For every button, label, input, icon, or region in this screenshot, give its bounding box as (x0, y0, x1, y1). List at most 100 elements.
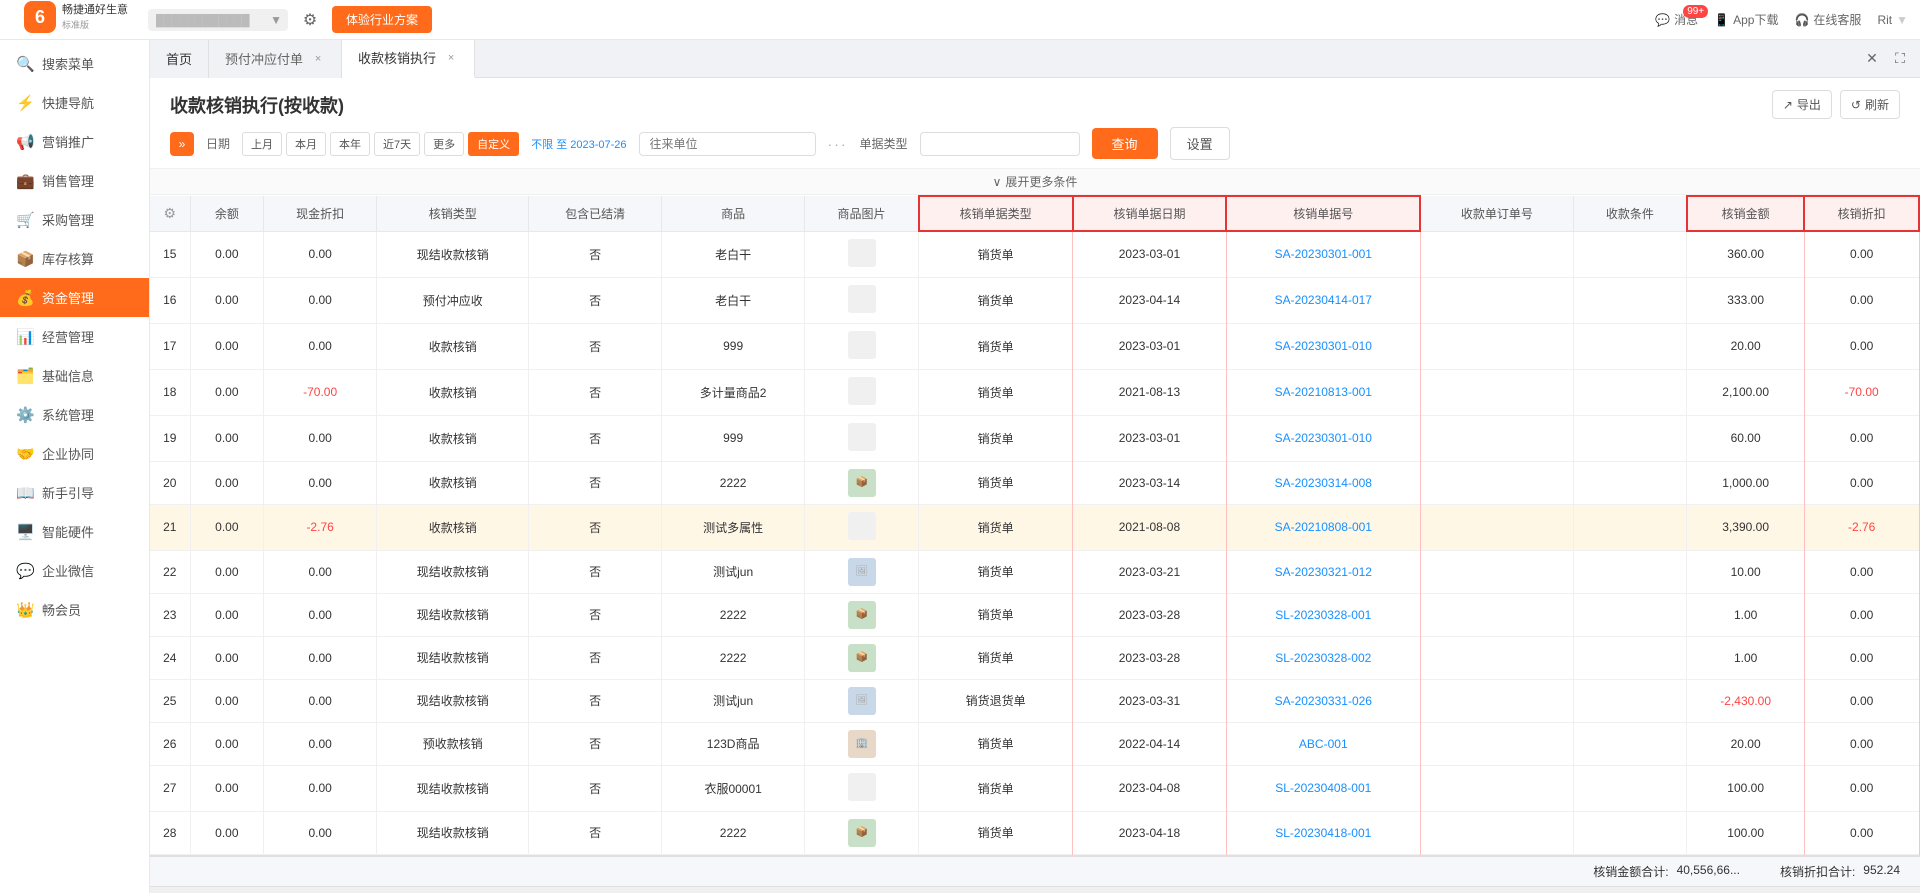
sidebar-item-enterprise[interactable]: 🤝 企业协同 (0, 434, 149, 473)
sidebar-item-basic[interactable]: 🗂️ 基础信息 (0, 356, 149, 395)
export-icon: ↗ (1783, 98, 1793, 112)
app-edition: 标准版 (62, 18, 128, 31)
row-balance: 0.00 (190, 323, 264, 369)
filter-toggle-button[interactable]: » (170, 132, 194, 156)
horizontal-scrollbar[interactable] (150, 886, 1920, 893)
table-row: 160.000.00预付冲应收否老白干销货单2023-04-14SA-20230… (150, 277, 1919, 323)
sidebar-item-finance[interactable]: 💰 资金管理 (0, 278, 149, 317)
row-goods-image: 📦 (805, 593, 919, 636)
export-button[interactable]: ↗ 导出 (1772, 90, 1832, 119)
tab-prepay-label: 预付冲应付单 (225, 49, 303, 68)
counterpart-input[interactable] (639, 132, 816, 156)
sidebar-item-member[interactable]: 👑 畅会员 (0, 590, 149, 629)
sidebar-item-inventory[interactable]: 📦 库存核算 (0, 239, 149, 278)
row-bill-type: 销货单 (919, 323, 1073, 369)
tab-receipt-verify-close[interactable]: × (444, 51, 458, 65)
row-bill-date: 2023-03-01 (1073, 323, 1227, 369)
expand-more-button[interactable]: ∨ 展开更多条件 (993, 173, 1078, 190)
row-bill-no[interactable]: SA-20230301-010 (1226, 415, 1420, 461)
date-this-month-button[interactable]: 本月 (286, 132, 326, 156)
tab-prepay[interactable]: 预付冲应付单 × (209, 40, 342, 78)
row-goods-image: 📦 (805, 636, 919, 679)
filter-setting-button[interactable]: 设置 (1170, 127, 1230, 160)
row-bill-no[interactable]: SA-20230301-010 (1226, 323, 1420, 369)
tab-close-button[interactable]: ✕ (1860, 47, 1884, 71)
refresh-button[interactable]: ↺ 刷新 (1840, 90, 1900, 119)
row-bill-date: 2023-03-21 (1073, 550, 1227, 593)
sidebar-item-operations[interactable]: 📊 经营管理 (0, 317, 149, 356)
row-verify-type: 预付冲应收 (377, 277, 529, 323)
row-bill-no[interactable]: SA-20230314-008 (1226, 461, 1420, 504)
row-bill-no[interactable]: SA-20210808-001 (1226, 504, 1420, 550)
app-download-button[interactable]: 📱 App下载 (1714, 11, 1778, 28)
row-verify-type: 现结收款核销 (377, 550, 529, 593)
date-custom-button[interactable]: 自定义 (468, 132, 519, 156)
sidebar-item-guide[interactable]: 📖 新手引导 (0, 473, 149, 512)
row-bill-no[interactable]: ABC-001 (1226, 722, 1420, 765)
sidebar-item-quicknav[interactable]: ⚡ 快捷导航 (0, 83, 149, 122)
sidebar-item-marketing[interactable]: 📢 营销推广 (0, 122, 149, 161)
col-setting[interactable]: ⚙ (150, 196, 190, 231)
row-bill-no[interactable]: SL-20230418-001 (1226, 811, 1420, 854)
row-bill-no[interactable]: SL-20230328-002 (1226, 636, 1420, 679)
row-cash-discount: 0.00 (264, 811, 377, 854)
column-setting-icon[interactable]: ⚙ (163, 205, 176, 221)
row-number: 28 (150, 811, 190, 854)
message-button[interactable]: 💬 消息 99+ (1655, 11, 1698, 28)
date-this-year-button[interactable]: 本年 (330, 132, 370, 156)
row-bill-no[interactable]: SL-20230408-001 (1226, 765, 1420, 811)
sidebar-label-quicknav: 快捷导航 (42, 93, 94, 112)
row-bill-type: 销货单 (919, 504, 1073, 550)
bill-type-select[interactable] (920, 132, 1080, 156)
guide-icon: 📖 (16, 484, 34, 502)
tab-prepay-close[interactable]: × (311, 52, 325, 66)
row-bill-date: 2021-08-08 (1073, 504, 1227, 550)
tab-fullscreen-button[interactable]: ⛶ (1888, 47, 1912, 71)
row-bill-no[interactable]: SA-20230321-012 (1226, 550, 1420, 593)
sidebar-item-sales[interactable]: 💼 销售管理 (0, 161, 149, 200)
date-7days-button[interactable]: 近7天 (374, 132, 420, 156)
table-row: 280.000.00现结收款核销否2222📦销货单2023-04-18SL-20… (150, 811, 1919, 854)
row-included: 否 (529, 722, 662, 765)
tab-home[interactable]: 首页 (150, 40, 209, 78)
row-receipt-cond (1573, 231, 1687, 277)
sidebar-item-purchase[interactable]: 🛒 采购管理 (0, 200, 149, 239)
row-verify-type: 预收款核销 (377, 722, 529, 765)
sidebar-item-hardware[interactable]: 🖥️ 智能硬件 (0, 512, 149, 551)
member-icon: 👑 (16, 601, 34, 619)
row-balance: 0.00 (190, 722, 264, 765)
row-bill-no[interactable]: SA-20210813-001 (1226, 369, 1420, 415)
col-receipt-order: 收款单订单号 (1420, 196, 1573, 231)
row-included: 否 (529, 636, 662, 679)
query-button[interactable]: 查询 (1092, 128, 1158, 159)
online-service-button[interactable]: 🎧 在线客服 (1794, 11, 1861, 28)
col-bill-no: 核销单据号 (1226, 196, 1420, 231)
sidebar-item-search[interactable]: 🔍 搜索菜单 (0, 44, 149, 83)
row-bill-no[interactable]: SA-20230331-026 (1226, 679, 1420, 722)
row-number: 27 (150, 765, 190, 811)
settings-button[interactable]: ⚙ (296, 6, 324, 34)
row-balance: 0.00 (190, 369, 264, 415)
row-bill-no[interactable]: SA-20230301-001 (1226, 231, 1420, 277)
row-cash-discount: 0.00 (264, 679, 377, 722)
date-last-month-button[interactable]: 上月 (242, 132, 282, 156)
row-cash-discount: 0.00 (264, 323, 377, 369)
table-row: 260.000.00预收款核销否123D商品🏢销货单2022-04-14ABC-… (150, 722, 1919, 765)
row-number: 23 (150, 593, 190, 636)
row-bill-date: 2023-04-08 (1073, 765, 1227, 811)
sidebar-item-system[interactable]: ⚙️ 系统管理 (0, 395, 149, 434)
row-goods-image (805, 765, 919, 811)
row-cash-discount: 0.00 (264, 636, 377, 679)
tab-receipt-verify[interactable]: 收款核销执行 × (342, 40, 475, 78)
sidebar-item-wechat[interactable]: 💬 企业微信 (0, 551, 149, 590)
company-selector[interactable]: ████████████ ▼ (148, 9, 288, 31)
date-more-button[interactable]: 更多 (424, 132, 464, 156)
row-goods: 2222 (661, 811, 805, 854)
user-profile-button[interactable]: Rit ▼ (1877, 13, 1908, 27)
row-bill-no[interactable]: SA-20230414-017 (1226, 277, 1420, 323)
row-bill-type: 销货单 (919, 550, 1073, 593)
row-cash-discount: 0.00 (264, 593, 377, 636)
goods-image-thumb: 📦 (848, 469, 876, 497)
row-bill-no[interactable]: SL-20230328-001 (1226, 593, 1420, 636)
industry-solution-button[interactable]: 体验行业方案 (332, 6, 432, 33)
